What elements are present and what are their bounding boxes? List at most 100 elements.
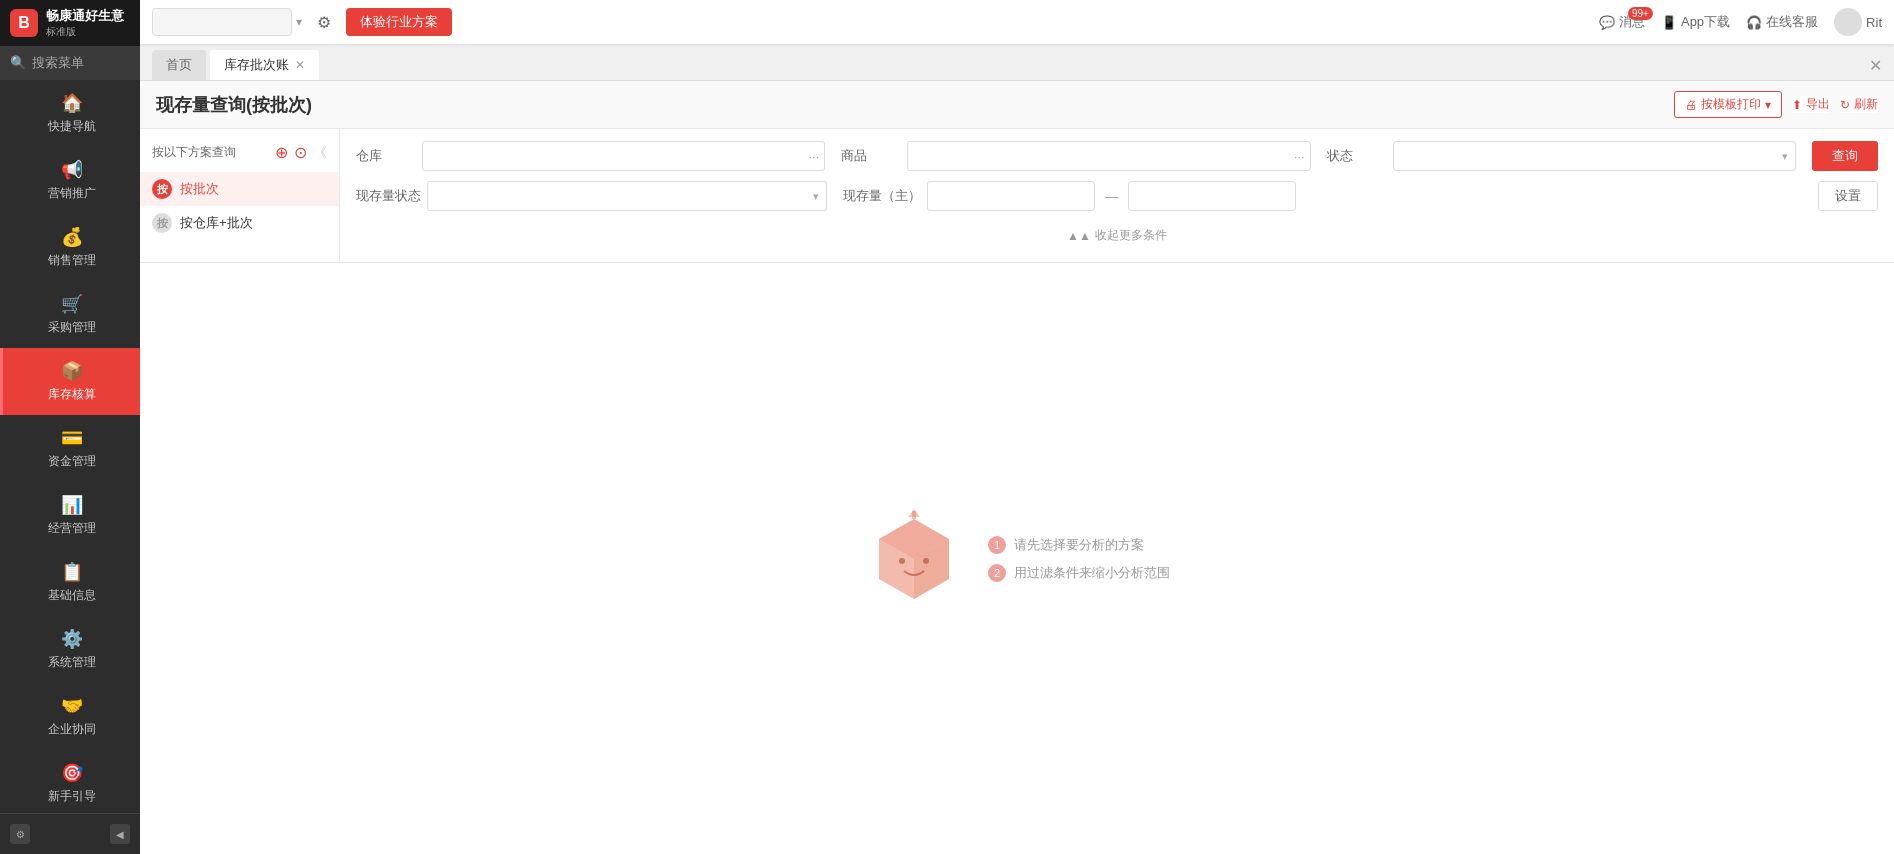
status-select-wrapper: ▾ [1393,141,1796,171]
headset-icon: 🎧 [1746,15,1762,30]
sidebar-search[interactable]: 🔍 搜索菜单 [0,46,140,80]
sidebar-item-enterprise[interactable]: 🤝 企业协同 [0,683,140,750]
collapse-plan-icon[interactable]: 《 [313,144,327,162]
sidebar-item-guide[interactable]: 🎯 新手引导 [0,750,140,813]
scroll-up-btn[interactable]: ⚙ [10,824,30,844]
plan-panel: 按以下方案查询 ⊕ ⊙ 《 按 按批次 按 [140,129,340,262]
sidebar: B 畅康通好生意 标准版 🔍 搜索菜单 🏠 快捷导航 📢 营销推广 💰 销售管理… [0,0,140,854]
plan-panel-label: 按以下方案查询 [152,144,236,161]
refresh-btn-label: 刷新 [1854,96,1878,113]
username-label: Rit [1866,15,1882,30]
status-select[interactable] [1393,141,1796,171]
topbar-gear-btn[interactable]: ⚙ [310,8,338,36]
topbar: ▾ ⚙ 体验行业方案 💬 消息 99+ 📱 App下载 🎧 在线客服 Rit [140,0,1894,44]
product-label: 商品 [841,147,901,165]
brand-text: 畅康通好生意 标准版 [46,8,124,38]
inventory-status-select-wrapper: ▾ [427,181,827,211]
sidebar-nav: 🏠 快捷导航 📢 营销推广 💰 销售管理 🛒 采购管理 📦 库存核算 💳 资金管… [0,80,140,813]
tab-close-all-icon[interactable]: ✕ [1869,56,1882,75]
purchase-icon: 🛒 [61,293,83,315]
tab-close-icon[interactable]: ✕ [295,58,305,72]
product-input[interactable] [907,141,1310,171]
sidebar-item-purchase[interactable]: 🛒 采购管理 [0,281,140,348]
qty-min-input[interactable] [927,181,1095,211]
print-btn[interactable]: 🖨 按模板打印 ▾ [1674,91,1782,118]
tab-home[interactable]: 首页 [152,50,206,80]
online-service-label: 在线客服 [1766,13,1818,31]
app-download-btn[interactable]: 📱 App下载 [1661,13,1730,31]
page-header-actions: 🖨 按模板打印 ▾ ⬆ 导出 ↻ 刷新 [1674,91,1878,118]
plan-item-batch[interactable]: 按 按批次 [140,172,339,206]
empty-state: 1 请先选择要分析的方案 2 用过滤条件来缩小分析范围 [140,263,1894,854]
app-download-label: App下载 [1681,13,1730,31]
sidebar-item-sales[interactable]: 💰 销售管理 [0,214,140,281]
query-btn[interactable]: 查询 [1812,141,1878,171]
svg-rect-7 [912,511,916,519]
inventory-icon: 📦 [61,360,83,382]
sidebar-item-quick-nav[interactable]: 🏠 快捷导航 [0,80,140,147]
sidebar-item-inventory[interactable]: 📦 库存核算 [0,348,140,415]
tab-inventory-batch[interactable]: 库存批次账 ✕ [210,50,319,80]
warehouse-input-wrapper: ··· [422,141,825,171]
plan-panel-header: 按以下方案查询 ⊕ ⊙ 《 [140,139,339,166]
user-avatar-area[interactable]: Rit [1834,8,1882,36]
sidebar-footer: ⚙ ◀ [0,813,140,854]
filter-row-1: 仓库 ··· 商品 ··· 状态 [356,141,1878,171]
sidebar-item-label: 库存核算 [48,386,96,403]
warehouse-input[interactable] [422,141,825,171]
filter-area: 按以下方案查询 ⊕ ⊙ 《 按 按批次 按 [140,129,1894,263]
qty-label: 现存量（主） [843,187,921,205]
sidebar-item-system[interactable]: ⚙️ 系统管理 [0,616,140,683]
filter-form: 仓库 ··· 商品 ··· 状态 [340,129,1894,262]
topbar-search-input[interactable] [152,8,292,36]
sidebar-item-operations[interactable]: 📊 经营管理 [0,482,140,549]
sidebar-item-base[interactable]: 📋 基础信息 [0,549,140,616]
main-content: ▾ ⚙ 体验行业方案 💬 消息 99+ 📱 App下载 🎧 在线客服 Rit [140,0,1894,854]
status-label: 状态 [1327,147,1387,165]
inventory-status-select[interactable] [427,181,827,211]
tip-text-1: 请先选择要分析的方案 [1014,536,1144,554]
trial-btn[interactable]: 体验行业方案 [346,8,452,36]
plan-item-warehouse-batch[interactable]: 按 按仓库+批次 [140,206,339,240]
refresh-btn[interactable]: ↻ 刷新 [1840,96,1878,113]
page-content: 现存量查询(按批次) 🖨 按模板打印 ▾ ⬆ 导出 ↻ 刷新 [140,81,1894,854]
online-service-btn[interactable]: 🎧 在线客服 [1746,13,1818,31]
product-input-wrapper: ··· [907,141,1310,171]
collapse-label: 收起更多条件 [1095,227,1167,244]
qty-field: 现存量（主） — [843,181,1314,211]
empty-tip-1: 1 请先选择要分析的方案 [988,536,1170,554]
svg-point-5 [923,558,929,564]
export-btn-label: 导出 [1806,96,1830,113]
export-btn[interactable]: ⬆ 导出 [1792,96,1830,113]
tip-num-2: 2 [988,564,1006,582]
settings-btn[interactable]: 设置 [1818,181,1878,211]
inventory-status-field: 现存量状态 ▾ [356,181,827,211]
base-icon: 📋 [61,561,83,583]
sidebar-item-label: 快捷导航 [48,118,96,135]
topbar-left: ▾ ⚙ 体验行业方案 [152,8,1591,36]
messages-btn[interactable]: 💬 消息 99+ [1599,13,1645,31]
sidebar-header: B 畅康通好生意 标准版 [0,0,140,46]
sales-icon: 💰 [61,226,83,248]
export-icon: ⬆ [1792,98,1802,112]
app-logo: B [10,9,38,37]
sidebar-item-label: 采购管理 [48,319,96,336]
filter-row-2: 现存量状态 ▾ 现存量（主） — [356,181,1878,211]
empty-icon [864,509,964,609]
product-more-icon[interactable]: ··· [1294,149,1305,164]
sidebar-item-marketing[interactable]: 📢 营销推广 [0,147,140,214]
sidebar-item-label: 新手引导 [48,788,96,805]
scroll-down-btn[interactable]: ◀ [110,824,130,844]
print-btn-label: 按模板打印 [1701,96,1761,113]
add-plan-icon[interactable]: ⊕ [275,143,288,162]
collapse-btn[interactable]: ▲▲ 收起更多条件 [356,221,1878,250]
settings-plan-icon[interactable]: ⊙ [294,143,307,162]
phone-icon: 📱 [1661,15,1677,30]
status-field: 状态 ▾ [1327,141,1796,171]
tab-inventory-batch-label: 库存批次账 [224,56,289,74]
qty-max-input[interactable] [1128,181,1296,211]
sidebar-item-finance[interactable]: 💳 资金管理 [0,415,140,482]
topbar-chevron-icon[interactable]: ▾ [296,15,302,29]
warehouse-more-icon[interactable]: ··· [808,149,819,164]
operations-icon: 📊 [61,494,83,516]
